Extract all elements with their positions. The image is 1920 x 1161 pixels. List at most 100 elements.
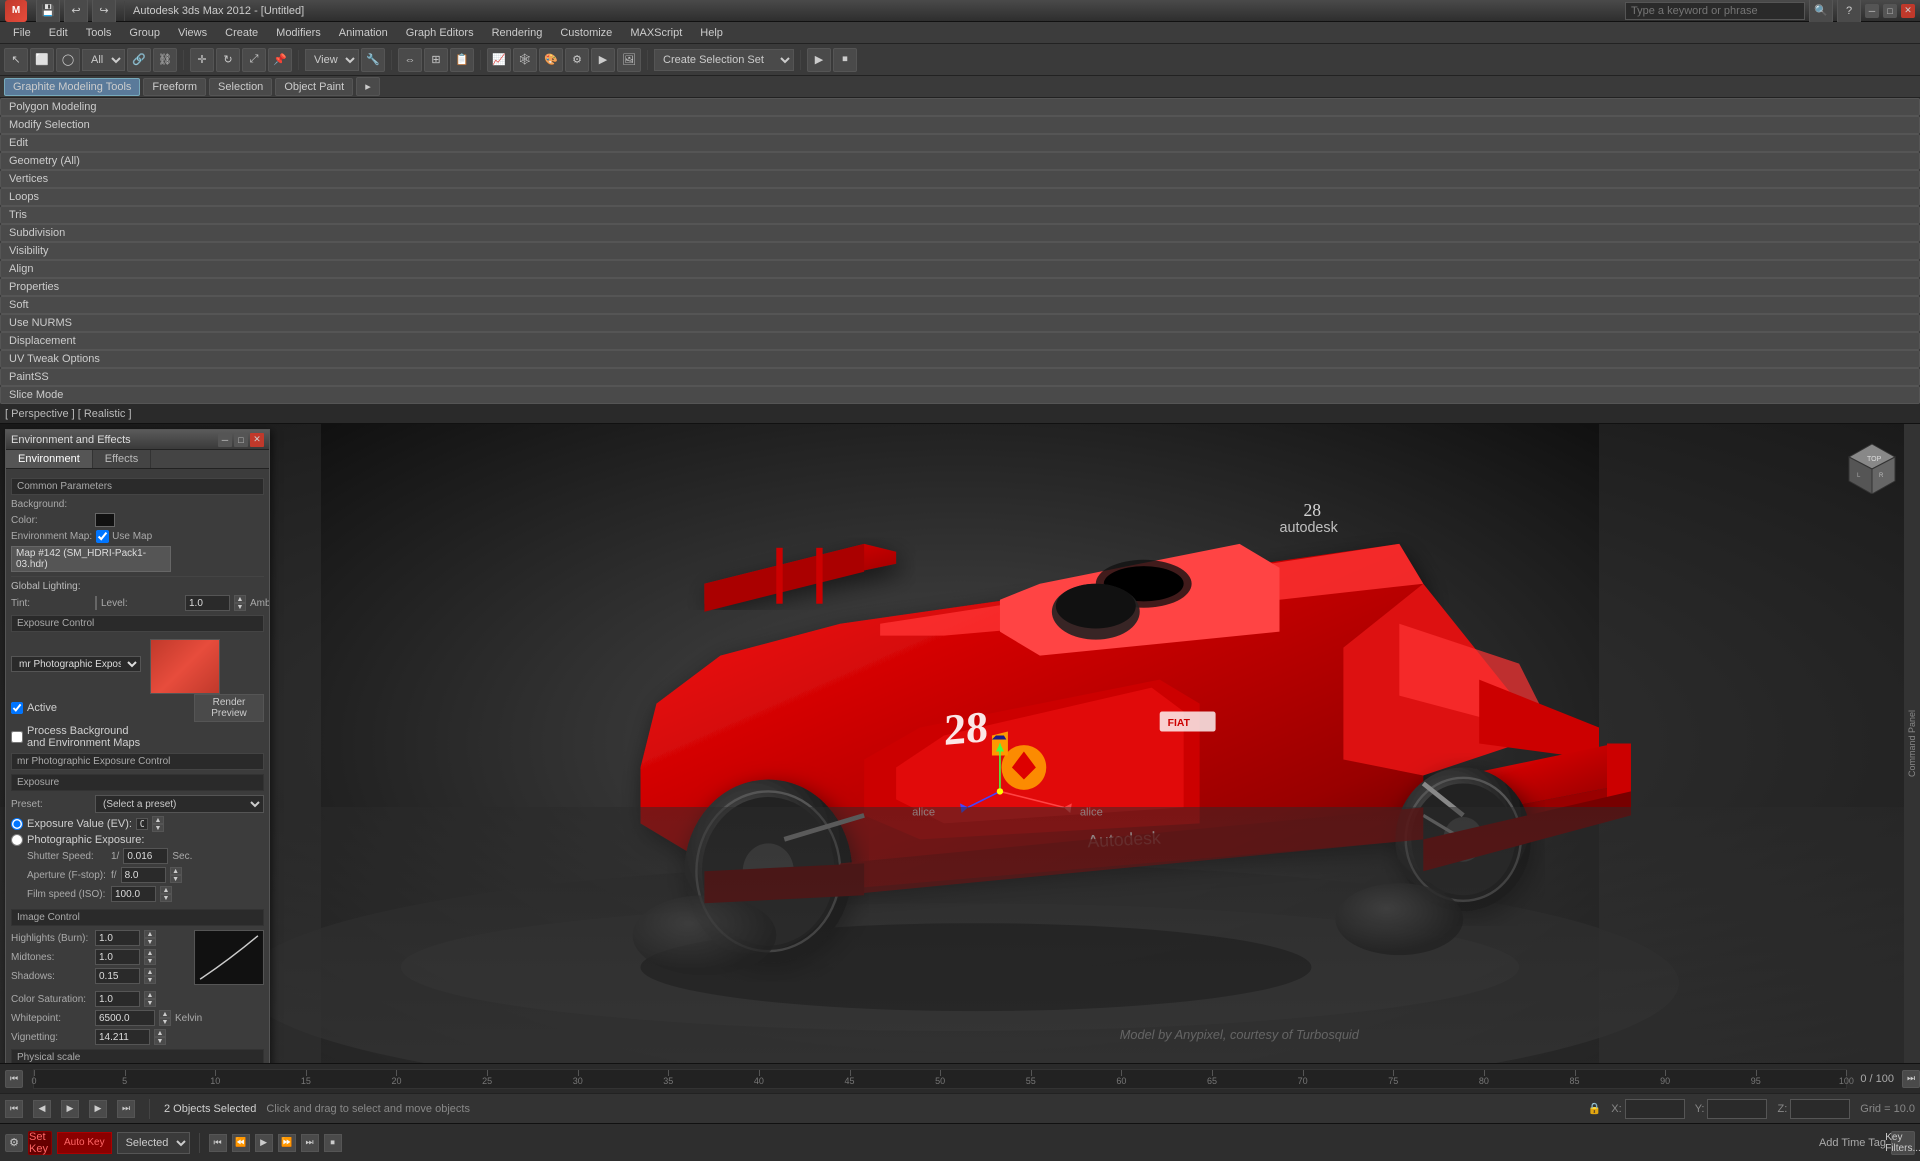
- help-btn[interactable]: ?: [1837, 0, 1861, 23]
- autokey-button[interactable]: Auto Key: [57, 1132, 112, 1154]
- z-coord-input[interactable]: [1790, 1099, 1850, 1119]
- paintss-btn[interactable]: PaintSS: [0, 368, 1920, 386]
- lasso-select[interactable]: ◯: [56, 48, 80, 72]
- ev-input[interactable]: [136, 818, 148, 830]
- use-nurms-btn[interactable]: Use NURMS: [0, 314, 1920, 332]
- prev-frame-btn[interactable]: ⏮: [5, 1070, 23, 1088]
- common-params-header[interactable]: Common Parameters: [11, 478, 264, 495]
- color-sat-input[interactable]: [95, 991, 140, 1007]
- highlights-input[interactable]: [95, 930, 140, 946]
- menu-animation[interactable]: Animation: [331, 25, 396, 41]
- mr-photo-exposure-header[interactable]: mr Photographic Exposure Control: [11, 753, 264, 770]
- rotate-tool[interactable]: ↻: [216, 48, 240, 72]
- play-anim[interactable]: ▶: [807, 48, 831, 72]
- highlights-down[interactable]: ▼: [144, 938, 156, 946]
- exposure-control-header[interactable]: Exposure Control: [11, 615, 264, 632]
- film-up[interactable]: ▲: [160, 886, 172, 894]
- soft-btn[interactable]: Soft: [0, 296, 1920, 314]
- reference-dropdown[interactable]: View: [305, 49, 359, 71]
- prev-key-btn[interactable]: ⏮: [5, 1100, 23, 1118]
- stop-anim[interactable]: ⏹: [833, 48, 857, 72]
- viewport-3d[interactable]: 28 Autodesk FIAT alice alice: [0, 424, 1920, 1063]
- transform-type[interactable]: 🔧: [361, 48, 385, 72]
- quick-access-btn[interactable]: 💾: [36, 0, 60, 23]
- edit-btn[interactable]: Edit: [0, 134, 1920, 152]
- whitepoint-input[interactable]: [95, 1010, 155, 1026]
- aperture-down[interactable]: ▼: [170, 875, 182, 883]
- midtones-input[interactable]: [95, 949, 140, 965]
- transport-next[interactable]: ⏩: [278, 1134, 296, 1152]
- transport-start[interactable]: ⏮: [209, 1134, 227, 1152]
- process-bg-checkbox[interactable]: [11, 731, 23, 743]
- bottom-settings-btn[interactable]: ⚙: [5, 1134, 23, 1152]
- object-paint-btn[interactable]: Object Paint: [275, 78, 353, 96]
- map-name-btn[interactable]: Map #142 (SM_HDRI-Pack1-03.hdr): [11, 546, 171, 572]
- link-tool[interactable]: 🔗: [127, 48, 151, 72]
- help-search-input[interactable]: [1625, 2, 1805, 20]
- transport-end[interactable]: ⏭: [301, 1134, 319, 1152]
- y-coord-input[interactable]: [1707, 1099, 1767, 1119]
- mirror-tool[interactable]: ⇔: [398, 48, 422, 72]
- active-checkbox[interactable]: [11, 702, 23, 714]
- placement-tool[interactable]: 📌: [268, 48, 292, 72]
- selection-btn[interactable]: Selection: [209, 78, 272, 96]
- aperture-up[interactable]: ▲: [170, 867, 182, 875]
- geometry-all-btn[interactable]: Geometry (All): [0, 152, 1920, 170]
- menu-edit[interactable]: Edit: [41, 25, 76, 41]
- select-move[interactable]: ✛: [190, 48, 214, 72]
- ev-down[interactable]: ▼: [152, 824, 164, 832]
- env-panel-title-bar[interactable]: Environment and Effects ─ □ ✕: [6, 430, 269, 450]
- shadows-down[interactable]: ▼: [144, 976, 156, 984]
- shutter-input[interactable]: [123, 848, 168, 864]
- tint-swatch[interactable]: [95, 596, 97, 610]
- freeform-btn[interactable]: Freeform: [143, 78, 206, 96]
- whitepoint-down[interactable]: ▼: [159, 1018, 171, 1026]
- use-map-checkbox[interactable]: [96, 530, 109, 543]
- toolbar-expand-btn[interactable]: ▸: [356, 77, 380, 96]
- midtones-up[interactable]: ▲: [144, 949, 156, 957]
- next-frame-btn[interactable]: ⏭: [1902, 1070, 1920, 1088]
- midtones-down[interactable]: ▼: [144, 957, 156, 965]
- subdivision-btn[interactable]: Subdivision: [0, 224, 1920, 242]
- menu-rendering[interactable]: Rendering: [484, 25, 551, 41]
- color-sat-down[interactable]: ▼: [144, 999, 156, 1007]
- transport-stop[interactable]: ⏹: [324, 1134, 342, 1152]
- vignetting-down[interactable]: ▼: [154, 1037, 166, 1045]
- modify-selection-btn[interactable]: Modify Selection: [0, 116, 1920, 134]
- render-btn[interactable]: ▶: [591, 48, 615, 72]
- polygon-modeling-btn[interactable]: Polygon Modeling: [0, 98, 1920, 116]
- schematic[interactable]: 🕸: [513, 48, 537, 72]
- menu-customize[interactable]: Customize: [552, 25, 620, 41]
- visibility-btn[interactable]: Visibility: [0, 242, 1920, 260]
- shadows-up[interactable]: ▲: [144, 968, 156, 976]
- ev-radio[interactable]: [11, 818, 23, 830]
- slice-mode-btn[interactable]: Slice Mode: [0, 386, 1920, 404]
- menu-tools[interactable]: Tools: [78, 25, 120, 41]
- key-filters-btn[interactable]: Key Filters...: [1891, 1131, 1915, 1155]
- material-editor[interactable]: 🎨: [539, 48, 563, 72]
- env-panel-minimize[interactable]: ─: [218, 433, 232, 447]
- level-down-btn[interactable]: ▼: [234, 603, 246, 611]
- whitepoint-up[interactable]: ▲: [159, 1010, 171, 1018]
- film-down[interactable]: ▼: [160, 894, 172, 902]
- bg-color-swatch[interactable]: [95, 513, 115, 527]
- x-coord-input[interactable]: [1625, 1099, 1685, 1119]
- loops-btn[interactable]: Loops: [0, 188, 1920, 206]
- film-speed-input[interactable]: [111, 886, 156, 902]
- curves-editor[interactable]: 📈: [487, 48, 511, 72]
- highlights-up[interactable]: ▲: [144, 930, 156, 938]
- env-panel-close[interactable]: ✕: [250, 433, 264, 447]
- search-btn[interactable]: 🔍: [1809, 0, 1833, 23]
- redo-btn[interactable]: ↪: [92, 0, 116, 23]
- minimize-button[interactable]: ─: [1865, 4, 1879, 18]
- transport-prev[interactable]: ⏪: [232, 1134, 250, 1152]
- menu-help[interactable]: Help: [692, 25, 731, 41]
- select-region[interactable]: ⬜: [30, 48, 54, 72]
- displacement-btn[interactable]: Displacement: [0, 332, 1920, 350]
- maximize-button[interactable]: □: [1883, 4, 1897, 18]
- set-key-btn[interactable]: Set Key: [28, 1131, 52, 1155]
- tris-btn[interactable]: Tris: [0, 206, 1920, 224]
- env-panel-maximize[interactable]: □: [234, 433, 248, 447]
- level-up-btn[interactable]: ▲: [234, 595, 246, 603]
- menu-create[interactable]: Create: [217, 25, 266, 41]
